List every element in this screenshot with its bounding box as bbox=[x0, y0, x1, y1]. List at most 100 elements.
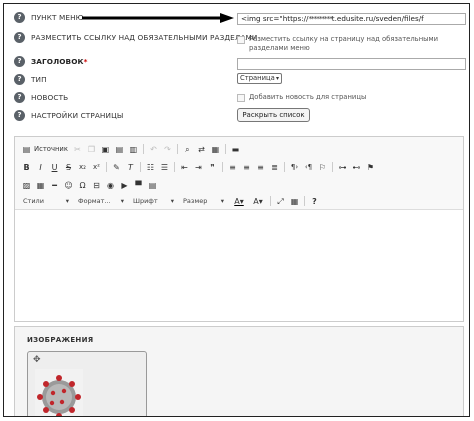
move-handle-icon[interactable]: ✥ bbox=[33, 355, 41, 365]
type-select[interactable]: Страница ▾ bbox=[237, 73, 282, 84]
separator bbox=[176, 144, 178, 154]
images-title: ИЗОБРАЖЕНИЯ bbox=[27, 336, 94, 344]
expand-list-button[interactable]: Раскрыть список bbox=[237, 108, 310, 122]
masked-text: ********* bbox=[308, 14, 332, 23]
justify-icon[interactable]: ≣ bbox=[269, 162, 280, 173]
smiley-icon[interactable]: ☺ bbox=[63, 180, 74, 191]
help-button[interactable]: ? bbox=[309, 196, 320, 207]
select-all-icon[interactable]: ▦ bbox=[210, 144, 221, 155]
help-icon[interactable]: ? bbox=[14, 92, 25, 103]
indent-icon[interactable]: ⇥ bbox=[193, 162, 204, 173]
text-color-icon[interactable]: A▾ bbox=[231, 196, 247, 207]
undo-icon[interactable]: ↶ bbox=[148, 144, 159, 155]
chevron-down-icon: ▾ bbox=[65, 196, 69, 205]
link-icon[interactable]: ⊶ bbox=[337, 162, 348, 173]
blockquote-icon[interactable]: ❞ bbox=[207, 162, 218, 173]
separator bbox=[270, 196, 271, 206]
format-label: Формат... bbox=[78, 196, 111, 205]
news-option: Добавить новость для страницы bbox=[237, 93, 366, 102]
italic-icon[interactable]: I bbox=[35, 162, 46, 173]
chevron-down-icon: ▾ bbox=[170, 196, 174, 205]
table-icon[interactable]: ▦ bbox=[35, 180, 46, 191]
subscript-icon[interactable]: x₂ bbox=[77, 162, 88, 173]
place-link-option: Разместить ссылку на страницу над обязат… bbox=[237, 35, 462, 53]
help-icon[interactable]: ? bbox=[14, 12, 25, 23]
youtube-icon[interactable]: ▶ bbox=[119, 180, 130, 191]
cut-icon[interactable]: ✂ bbox=[72, 144, 83, 155]
bold-icon[interactable]: B bbox=[21, 162, 32, 173]
ltr-icon[interactable]: ¶› bbox=[289, 162, 300, 173]
news-row: ? НОВОСТЬ bbox=[14, 92, 68, 103]
rtl-icon[interactable]: ‹¶ bbox=[303, 162, 314, 173]
file-icon[interactable]: ▀ bbox=[133, 180, 144, 191]
source-icon: ▤ bbox=[22, 144, 31, 154]
find-icon[interactable]: ⌕ bbox=[182, 144, 193, 155]
help-icon[interactable]: ? bbox=[14, 110, 25, 121]
editor-content-area[interactable] bbox=[15, 211, 463, 321]
paste-word-icon[interactable]: ▥ bbox=[128, 144, 139, 155]
special-char-icon[interactable]: Ω bbox=[77, 180, 88, 191]
separator bbox=[174, 162, 175, 172]
horizontal-line-icon[interactable]: ━ bbox=[49, 180, 60, 191]
spellcheck-icon[interactable]: ▬ bbox=[230, 144, 241, 155]
separator bbox=[106, 162, 107, 172]
chevron-down-icon: ▾ bbox=[220, 196, 224, 205]
news-checkbox-label: Добавить новость для страницы bbox=[249, 93, 367, 101]
language-icon[interactable]: ⚐ bbox=[317, 162, 328, 173]
align-left-icon[interactable]: ≡ bbox=[227, 162, 238, 173]
styles-combo[interactable]: Стили ▾ bbox=[21, 196, 71, 207]
replace-icon[interactable]: ⇄ bbox=[196, 144, 207, 155]
strike-icon[interactable]: S bbox=[63, 162, 74, 173]
place-link-row: ? РАЗМЕСТИТЬ ССЫЛКУ НАД ОБЯЗАТЕЛЬНЫМИ РА… bbox=[14, 32, 258, 43]
source-button[interactable]: ▤ Источник bbox=[21, 144, 68, 155]
anchor-icon[interactable]: ⚑ bbox=[365, 162, 376, 173]
audio-icon[interactable]: ▤ bbox=[147, 180, 158, 191]
iframe-icon[interactable]: ◉ bbox=[105, 180, 116, 191]
size-combo[interactable]: Размер ▾ bbox=[181, 196, 226, 207]
format-combo[interactable]: Формат... ▾ bbox=[76, 196, 126, 207]
place-link-label: РАЗМЕСТИТЬ ССЫЛКУ НАД ОБЯЗАТЕЛЬНЫМИ РАЗД… bbox=[31, 33, 258, 42]
menu-item-value-end: t.edusite.ru/sveden/files/f bbox=[331, 14, 424, 23]
remove-format-icon[interactable]: T bbox=[125, 162, 136, 173]
news-checkbox[interactable] bbox=[237, 94, 245, 102]
separator bbox=[284, 162, 285, 172]
align-right-icon[interactable]: ≡ bbox=[255, 162, 266, 173]
font-label: Шрифт bbox=[133, 196, 158, 205]
redo-icon[interactable]: ↷ bbox=[162, 144, 173, 155]
help-icon[interactable]: ? bbox=[14, 74, 25, 85]
title-input[interactable] bbox=[237, 58, 466, 70]
bg-color-icon[interactable]: A▾ bbox=[250, 196, 266, 207]
page-break-icon[interactable]: ⊟ bbox=[91, 180, 102, 191]
toolbar-row-4: Стили ▾ Формат... ▾ Шрифт ▾ Размер ▾ A▾ A▾ ⤢… bbox=[21, 195, 323, 207]
font-combo[interactable]: Шрифт ▾ bbox=[131, 196, 176, 207]
unlink-icon[interactable]: ⊷ bbox=[351, 162, 362, 173]
underline-icon[interactable]: U bbox=[49, 162, 60, 173]
bulleted-list-icon[interactable]: ☰ bbox=[159, 162, 170, 173]
virus-image bbox=[35, 369, 83, 416]
place-link-checkbox[interactable] bbox=[237, 36, 245, 44]
help-icon[interactable]: ? bbox=[14, 56, 25, 67]
copy-icon[interactable]: ❐ bbox=[86, 144, 97, 155]
separator bbox=[142, 144, 144, 154]
paste-icon[interactable]: ▣ bbox=[100, 144, 111, 155]
superscript-icon[interactable]: x² bbox=[91, 162, 102, 173]
separator bbox=[224, 144, 226, 154]
help-icon[interactable]: ? bbox=[14, 32, 25, 43]
maximize-icon[interactable]: ⤢ bbox=[275, 196, 286, 207]
separator bbox=[304, 196, 305, 206]
align-center-icon[interactable]: ≡ bbox=[241, 162, 252, 173]
image-thumbnail[interactable] bbox=[35, 369, 83, 416]
outdent-icon[interactable]: ⇤ bbox=[179, 162, 190, 173]
image-card[interactable]: ✥ bbox=[27, 351, 147, 416]
numbered-list-icon[interactable]: ☷ bbox=[145, 162, 156, 173]
copy-format-icon[interactable]: ✎ bbox=[111, 162, 122, 173]
show-blocks-icon[interactable]: ▦ bbox=[289, 196, 300, 207]
separator bbox=[140, 162, 141, 172]
separator bbox=[332, 162, 333, 172]
paste-text-icon[interactable]: ▤ bbox=[114, 144, 125, 155]
page-settings-label: НАСТРОЙКИ СТРАНИЦЫ bbox=[31, 111, 124, 120]
source-label: Источник bbox=[34, 145, 68, 153]
toolbar-row-3: ▨ ▦ ━ ☺ Ω ⊟ ◉ ▶ ▀ ▤ bbox=[21, 179, 161, 191]
menu-item-input[interactable]: <img src="https://*********t.edusite.ru/… bbox=[237, 13, 466, 25]
image-icon[interactable]: ▨ bbox=[21, 180, 32, 191]
